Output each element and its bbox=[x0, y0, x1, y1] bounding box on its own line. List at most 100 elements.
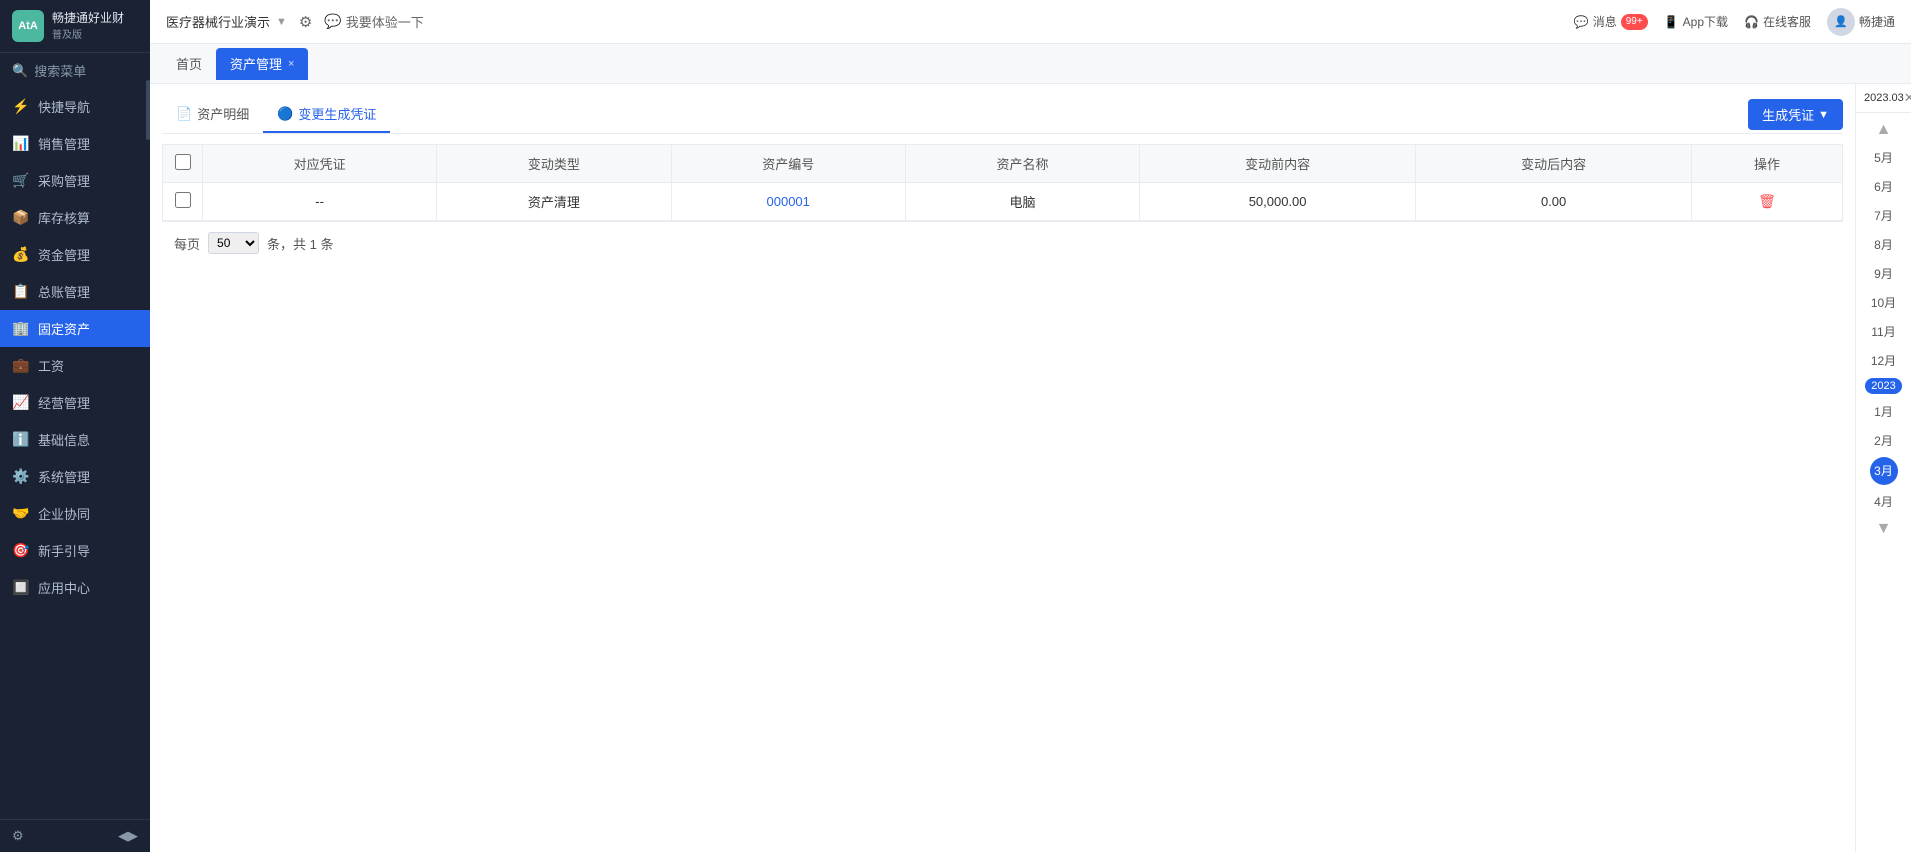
sidebar-item-guide[interactable]: 🎯 新手引导 bbox=[0, 532, 150, 569]
search-icon: 🔍 bbox=[12, 63, 28, 79]
close-panel-icon[interactable]: ✕ bbox=[1904, 90, 1911, 106]
company-selector[interactable]: 医疗器械行业演示 ▼ bbox=[166, 12, 287, 31]
avatar: 👤 bbox=[1827, 8, 1855, 36]
messages-button[interactable]: 💬 消息 99+ bbox=[1574, 13, 1648, 30]
row-asset-name: 电脑 bbox=[905, 183, 1139, 221]
ledger-icon: 📋 bbox=[12, 283, 30, 301]
download-icon: 📱 bbox=[1664, 15, 1679, 29]
settings-icon[interactable]: ⚙ bbox=[12, 828, 24, 844]
month-2023-4[interactable]: 4月 bbox=[1856, 487, 1911, 516]
sidebar-logo: AtA 畅捷通好业财 普及版 bbox=[0, 0, 150, 53]
enterprise-icon: 🤝 bbox=[12, 505, 30, 523]
header-before: 变动前内容 bbox=[1140, 145, 1416, 183]
header-asset-code: 资产编号 bbox=[671, 145, 905, 183]
sidebar-item-quick-nav[interactable]: ⚡ 快捷导航 bbox=[0, 88, 150, 125]
month-6[interactable]: 6月 bbox=[1856, 172, 1911, 201]
generate-voucher-button[interactable]: 生成凭证 ▼ bbox=[1748, 99, 1843, 130]
purchase-icon: 🛒 bbox=[12, 172, 30, 190]
guide-icon: 🎯 bbox=[12, 542, 30, 560]
right-panel-header: 2023.03 ✕ ⤢ bbox=[1856, 84, 1911, 113]
sidebar-item-payroll[interactable]: 💼 工资 bbox=[0, 347, 150, 384]
inventory-icon: 📦 bbox=[12, 209, 30, 227]
chevron-down-icon: ▼ bbox=[276, 16, 287, 28]
month-12[interactable]: 12月 bbox=[1856, 346, 1911, 375]
app-logo-text: 畅捷通好业财 普及版 bbox=[52, 11, 124, 42]
month-10[interactable]: 10月 bbox=[1856, 288, 1911, 317]
fixed-assets-icon: 🏢 bbox=[12, 320, 30, 338]
timeline-down-arrow[interactable]: ▼ bbox=[1856, 516, 1911, 542]
row-voucher: -- bbox=[203, 183, 437, 221]
sidebar-item-enterprise[interactable]: 🤝 企业协同 bbox=[0, 495, 150, 532]
sidebar-item-basic-info[interactable]: ℹ️ 基础信息 bbox=[0, 421, 150, 458]
feedback-icon: 💬 bbox=[324, 13, 341, 30]
month-2023-1[interactable]: 1月 bbox=[1856, 397, 1911, 426]
feedback-button[interactable]: 💬 我要体验一下 bbox=[324, 12, 423, 31]
collapse-sidebar-icon[interactable]: ◀▶ bbox=[118, 828, 138, 844]
table-header: 对应凭证 变动类型 资产编号 资产名称 bbox=[163, 145, 1843, 183]
sidebar-item-operations[interactable]: 📈 经营管理 bbox=[0, 384, 150, 421]
pagination: 每页 10 20 50 100 条，共 1 条 bbox=[162, 221, 1843, 264]
asset-management-tab[interactable]: 资产管理 × bbox=[216, 48, 308, 80]
right-date-panel: 2023.03 ✕ ⤢ ▲ 5月 6月 7月 8月 9月 10月 11月 12月… bbox=[1855, 84, 1911, 852]
header-after: 变动后内容 bbox=[1416, 145, 1692, 183]
date-timeline: ▲ 5月 6月 7月 8月 9月 10月 11月 12月 2023 1月 2月 … bbox=[1856, 113, 1911, 546]
payroll-icon: 💼 bbox=[12, 357, 30, 375]
generate-btn-arrow-icon: ▼ bbox=[1818, 109, 1829, 121]
delete-row-button[interactable]: 🗑 bbox=[1758, 193, 1776, 210]
main-area: 医疗器械行业演示 ▼ ⚙ 💬 我要体验一下 💬 消息 99+ 📱 App下载 🎧… bbox=[150, 0, 1911, 852]
row-select-checkbox[interactable] bbox=[175, 192, 191, 208]
home-tab[interactable]: 首页 bbox=[166, 54, 212, 73]
table-row: -- 资产清理 000001 电脑 bbox=[163, 183, 1843, 221]
sidebar-item-fixed-assets[interactable]: 🏢 固定资产 bbox=[0, 310, 150, 347]
app-logo-icon: AtA bbox=[12, 10, 44, 42]
date-label: 2023.03 bbox=[1864, 92, 1904, 104]
month-11[interactable]: 11月 bbox=[1856, 317, 1911, 346]
timeline-up-arrow[interactable]: ▲ bbox=[1856, 117, 1911, 143]
header-asset-name: 资产名称 bbox=[905, 145, 1139, 183]
settings-gear-icon[interactable]: ⚙ bbox=[299, 13, 312, 31]
sidebar-item-funds[interactable]: 💰 资金管理 bbox=[0, 236, 150, 273]
month-5[interactable]: 5月 bbox=[1856, 143, 1911, 172]
tab-asset-detail[interactable]: 📄 资产明细 bbox=[162, 96, 263, 133]
close-tab-icon[interactable]: × bbox=[288, 58, 294, 70]
header-voucher: 对应凭证 bbox=[203, 145, 437, 183]
table-body: -- 资产清理 000001 电脑 bbox=[163, 183, 1843, 221]
change-voucher-icon: 🔵 bbox=[277, 106, 293, 122]
app-download-button[interactable]: 📱 App下载 bbox=[1664, 13, 1728, 30]
user-menu[interactable]: 👤 畅捷通 bbox=[1827, 8, 1895, 36]
sidebar: AtA 畅捷通好业财 普及版 🔍 搜索菜单 ⚡ 快捷导航 📊 销售管理 🛒 采购… bbox=[0, 0, 150, 852]
sidebar-item-purchase[interactable]: 🛒 采购管理 bbox=[0, 162, 150, 199]
topbar-right: 💬 消息 99+ 📱 App下载 🎧 在线客服 👤 畅捷通 bbox=[1574, 8, 1895, 36]
year-2023-badge[interactable]: 2023 bbox=[1865, 378, 1901, 394]
month-2023-2[interactable]: 2月 bbox=[1856, 426, 1911, 455]
sidebar-item-app-center[interactable]: 🔲 应用中心 bbox=[0, 569, 150, 606]
month-7[interactable]: 7月 bbox=[1856, 201, 1911, 230]
data-table: 对应凭证 变动类型 资产编号 资产名称 bbox=[162, 144, 1843, 221]
company-name: 医疗器械行业演示 bbox=[166, 12, 270, 31]
topbar: 医疗器械行业演示 ▼ ⚙ 💬 我要体验一下 💬 消息 99+ 📱 App下载 🎧… bbox=[150, 0, 1911, 44]
month-8[interactable]: 8月 bbox=[1856, 230, 1911, 259]
search-menu[interactable]: 🔍 搜索菜单 bbox=[0, 53, 150, 88]
per-page-select[interactable]: 10 20 50 100 bbox=[208, 232, 259, 254]
sidebar-item-system[interactable]: ⚙️ 系统管理 bbox=[0, 458, 150, 495]
data-table-wrapper: 对应凭证 变动类型 资产编号 资产名称 bbox=[162, 144, 1843, 221]
month-2023-3[interactable]: 3月 bbox=[1870, 457, 1898, 485]
avatar-icon: 👤 bbox=[1834, 15, 1848, 28]
tabbar: 首页 资产管理 × bbox=[150, 44, 1911, 84]
funds-icon: 💰 bbox=[12, 246, 30, 264]
select-all-checkbox[interactable] bbox=[175, 154, 191, 170]
app-center-icon: 🔲 bbox=[12, 579, 30, 597]
tab-change-voucher[interactable]: 🔵 变更生成凭证 bbox=[263, 96, 390, 133]
sidebar-item-sales[interactable]: 📊 销售管理 bbox=[0, 125, 150, 162]
month-9[interactable]: 9月 bbox=[1856, 259, 1911, 288]
panel-controls: ✕ ⤢ bbox=[1904, 90, 1911, 106]
content-main: 📄 资产明细 🔵 变更生成凭证 生成凭证 ▼ bbox=[150, 84, 1855, 852]
row-asset-code[interactable]: 000001 bbox=[671, 183, 905, 221]
sidebar-item-ledger[interactable]: 📋 总账管理 bbox=[0, 273, 150, 310]
row-change-type: 资产清理 bbox=[437, 183, 671, 221]
messages-icon: 💬 bbox=[1574, 15, 1589, 29]
row-after: 0.00 bbox=[1416, 183, 1692, 221]
sidebar-item-inventory[interactable]: 📦 库存核算 bbox=[0, 199, 150, 236]
quick-nav-icon: ⚡ bbox=[12, 98, 30, 116]
online-service-button[interactable]: 🎧 在线客服 bbox=[1744, 13, 1811, 30]
